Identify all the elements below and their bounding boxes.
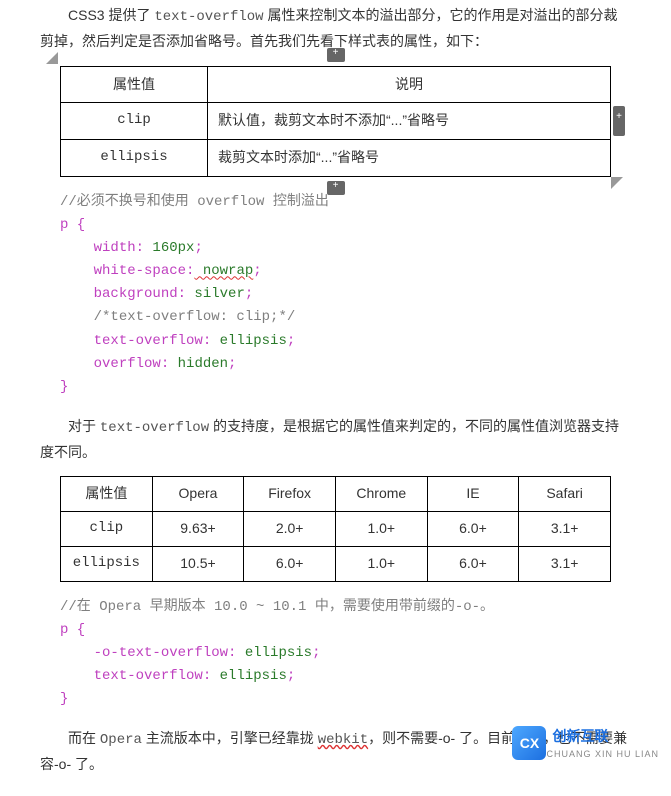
cell: 2.0+ bbox=[244, 512, 336, 547]
add-row-handle-icon[interactable]: + bbox=[613, 106, 625, 136]
code-val: hidden bbox=[169, 356, 228, 372]
code-block-2: //在 Opera 早期版本 10.0 ~ 10.1 中，需要使用带前缀的-o-… bbox=[60, 596, 631, 711]
cell: 1.0+ bbox=[335, 512, 427, 547]
cell-value: clip bbox=[61, 512, 153, 547]
support-table-wrap: 属性值 Opera Firefox Chrome IE Safari clip … bbox=[60, 476, 611, 581]
mid-paragraph: 对于 text-overflow 的支持度，是根据它的属性值来判定的，不同的属性… bbox=[40, 415, 631, 465]
support-table: 属性值 Opera Firefox Chrome IE Safari clip … bbox=[60, 476, 611, 581]
cell: 3.1+ bbox=[519, 512, 611, 547]
code-val: nowrap bbox=[194, 263, 253, 279]
table-row: ellipsis 裁剪文本时添加“...”省略号 bbox=[61, 140, 611, 177]
table-row: clip 默认值，裁剪文本时不添加“...”省略号 bbox=[61, 103, 611, 140]
th-ie: IE bbox=[427, 477, 519, 512]
code-line: //在 Opera 早期版本 10.0 ~ 10.1 中，需要使用带前缀的-o-… bbox=[60, 599, 494, 615]
logo-sub: CHUANG XIN HU LIAN bbox=[546, 747, 659, 762]
cell: 1.0+ bbox=[335, 547, 427, 582]
cell-value: ellipsis bbox=[61, 140, 208, 177]
th-chrome: Chrome bbox=[335, 477, 427, 512]
code-prop: text-overflow: bbox=[94, 333, 212, 349]
text: CSS3 提供了 bbox=[68, 7, 154, 23]
logo-title: 创新互联 bbox=[552, 728, 608, 744]
code-line: } bbox=[60, 691, 68, 707]
table-row: ellipsis 10.5+ 6.0+ 1.0+ 6.0+ 3.1+ bbox=[61, 547, 611, 582]
code-line: } bbox=[60, 379, 68, 395]
add-row-bottom-handle-icon[interactable]: + bbox=[327, 181, 345, 195]
table-row: clip 9.63+ 2.0+ 1.0+ 6.0+ 3.1+ bbox=[61, 512, 611, 547]
code-line: //必须不换号和使用 overflow 控制溢出 bbox=[60, 194, 329, 210]
code-val: silver bbox=[186, 286, 245, 302]
code-line: /*text-overflow: clip;*/ bbox=[94, 309, 296, 325]
cell-desc: 裁剪文本时添加“...”省略号 bbox=[208, 140, 611, 177]
code-block-1: //必须不换号和使用 overflow 控制溢出 p { width: 160p… bbox=[60, 191, 631, 399]
th-firefox: Firefox bbox=[244, 477, 336, 512]
inline-code: Opera bbox=[100, 732, 142, 748]
cell: 9.63+ bbox=[152, 512, 244, 547]
cell: 3.1+ bbox=[519, 547, 611, 582]
text: 主流版本中，引擎已经靠拢 bbox=[142, 730, 318, 746]
text: 对于 bbox=[68, 418, 100, 434]
cell: 6.0+ bbox=[427, 547, 519, 582]
th-value: 属性值 bbox=[61, 66, 208, 103]
text: 而在 bbox=[68, 730, 100, 746]
add-column-handle-icon[interactable]: + bbox=[327, 48, 345, 62]
cell: 6.0+ bbox=[244, 547, 336, 582]
th-desc: 说明 bbox=[208, 66, 611, 103]
code-val: ellipsis bbox=[211, 668, 287, 684]
inline-code: webkit bbox=[318, 732, 368, 748]
th-safari: Safari bbox=[519, 477, 611, 512]
resize-corner-tl-icon[interactable] bbox=[46, 52, 58, 64]
code-prop: overflow: bbox=[94, 356, 170, 372]
code-prop: white-space: bbox=[94, 263, 195, 279]
cell-desc: 默认值，裁剪文本时不添加“...”省略号 bbox=[208, 103, 611, 140]
table-header-row: 属性值 Opera Firefox Chrome IE Safari bbox=[61, 477, 611, 512]
property-table: 属性值 说明 clip 默认值，裁剪文本时不添加“...”省略号 ellipsi… bbox=[60, 66, 611, 177]
cell-value: ellipsis bbox=[61, 547, 153, 582]
th-opera: Opera bbox=[152, 477, 244, 512]
th-value: 属性值 bbox=[61, 477, 153, 512]
inline-code: text-overflow bbox=[154, 9, 263, 25]
resize-corner-br-icon[interactable] bbox=[611, 177, 623, 189]
code-prop: -o-text-overflow: bbox=[94, 645, 237, 661]
cell: 6.0+ bbox=[427, 512, 519, 547]
article-content: CSS3 提供了 text-overflow 属性来控制文本的溢出部分，它的作用… bbox=[0, 0, 671, 796]
code-prop: text-overflow: bbox=[94, 668, 212, 684]
logo-icon: CX bbox=[512, 726, 546, 760]
cell-value: clip bbox=[61, 103, 208, 140]
inline-code: text-overflow bbox=[100, 420, 209, 436]
cell: 10.5+ bbox=[152, 547, 244, 582]
code-prop: width: bbox=[94, 240, 144, 256]
code-line: p { bbox=[60, 622, 85, 638]
code-val: 160px bbox=[144, 240, 194, 256]
code-line: p { bbox=[60, 217, 85, 233]
code-val: ellipsis bbox=[211, 333, 287, 349]
table-editor-frame: + + + 属性值 说明 clip 默认值，裁剪文本时不添加“...”省略号 e… bbox=[60, 66, 611, 177]
table-header-row: 属性值 说明 bbox=[61, 66, 611, 103]
brand-logo: CX 创新互联 CHUANG XIN HU LIAN bbox=[512, 725, 659, 762]
code-prop: background: bbox=[94, 286, 186, 302]
code-val: ellipsis bbox=[236, 645, 312, 661]
